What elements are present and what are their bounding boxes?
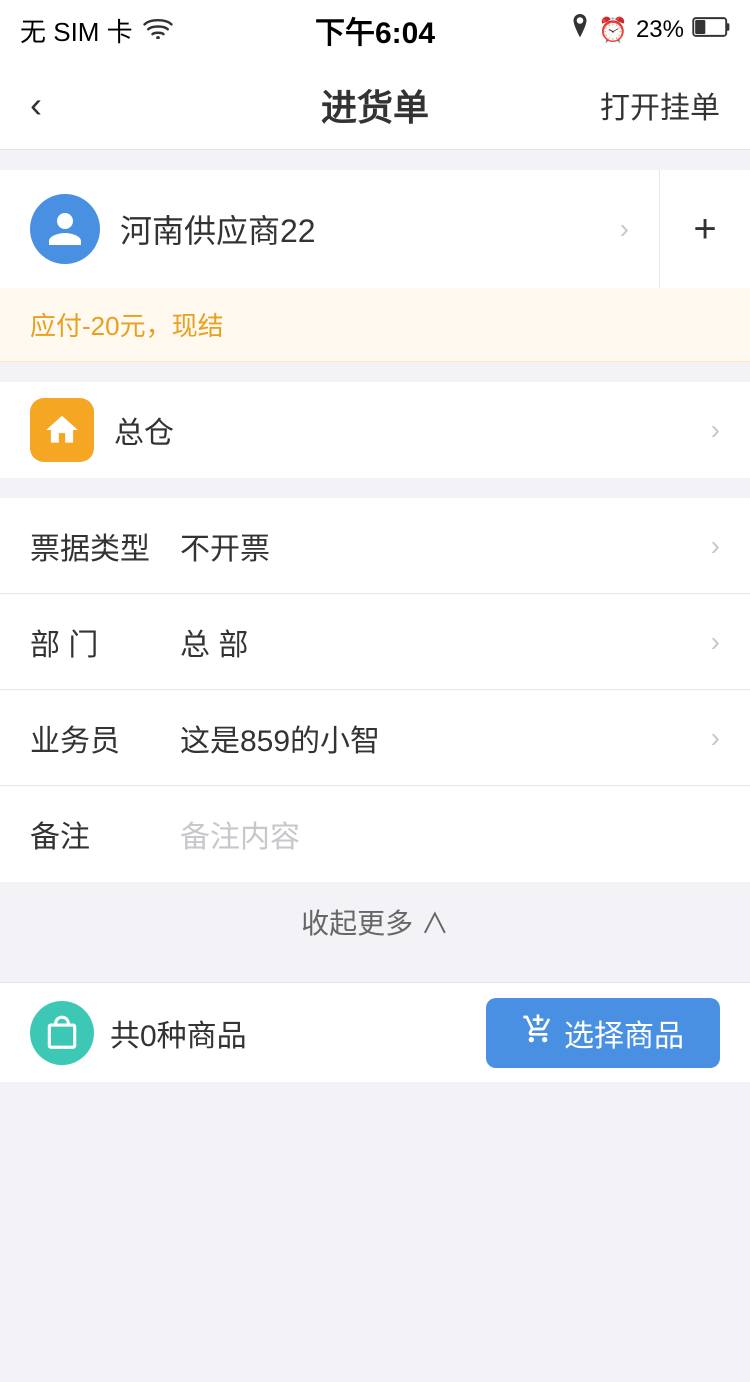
- alarm-icon: ⏰: [598, 16, 628, 45]
- collapse-bar[interactable]: 收起更多 ∧: [0, 882, 750, 962]
- back-button[interactable]: ‹: [30, 84, 42, 126]
- status-left: 无 SIM 卡: [20, 12, 173, 49]
- supplier-name: 河南供应商22: [120, 206, 610, 252]
- warehouse-row[interactable]: 总仓 ›: [0, 382, 750, 478]
- salesperson-label: 业务员: [30, 716, 160, 760]
- supplier-section: 河南供应商22 › +: [0, 170, 750, 288]
- form-section: 票据类型 不开票 › 部 门 总 部 › 业务员 这是859的小智 › 备注 备…: [0, 498, 750, 882]
- status-bar: 无 SIM 卡 下午6:04 ⏰ 23%: [0, 0, 750, 60]
- department-row[interactable]: 部 门 总 部 ›: [0, 594, 750, 690]
- select-product-button[interactable]: 选择商品: [486, 998, 720, 1068]
- carrier-text: 无 SIM 卡: [20, 12, 133, 49]
- product-icon-wrap: [30, 1001, 94, 1065]
- gap-3: [0, 478, 750, 498]
- nav-bar: ‹ 进货单 打开挂单: [0, 60, 750, 150]
- remark-row[interactable]: 备注 备注内容: [0, 786, 750, 882]
- page-background: [0, 1082, 750, 1382]
- invoice-type-label: 票据类型: [30, 524, 160, 568]
- open-pending-button[interactable]: 打开挂单: [600, 83, 720, 127]
- battery-icon: [692, 16, 730, 45]
- warehouse-icon: [30, 398, 94, 462]
- location-icon: [570, 14, 590, 47]
- gap-2: [0, 362, 750, 382]
- supplier-select-row[interactable]: 河南供应商22 ›: [0, 170, 660, 288]
- invoice-type-row[interactable]: 票据类型 不开票 ›: [0, 498, 750, 594]
- department-value: 总 部: [160, 620, 701, 664]
- invoice-type-chevron-icon: ›: [711, 530, 720, 562]
- warning-banner: 应付-20元，现结: [0, 288, 750, 362]
- remark-label: 备注: [30, 812, 160, 856]
- salesperson-value: 这是859的小智: [160, 716, 701, 760]
- warning-text: 应付-20元，现结: [30, 311, 224, 341]
- select-product-label: 选择商品: [564, 1011, 684, 1055]
- warehouse-section: 总仓 ›: [0, 382, 750, 478]
- collapse-label: 收起更多 ∧: [301, 902, 449, 942]
- supplier-chevron-icon: ›: [620, 213, 629, 245]
- page-title: 进货单: [321, 79, 429, 131]
- status-right: ⏰ 23%: [570, 14, 730, 47]
- supplier-avatar: [30, 194, 100, 264]
- gap-4: [0, 962, 750, 982]
- department-chevron-icon: ›: [711, 626, 720, 658]
- product-count-text: 共0种商品: [110, 1011, 247, 1055]
- battery-text: 23%: [636, 16, 684, 44]
- salesperson-chevron-icon: ›: [711, 722, 720, 754]
- gap-1: [0, 150, 750, 170]
- department-label: 部 门: [30, 620, 160, 664]
- salesperson-row[interactable]: 业务员 这是859的小智 ›: [0, 690, 750, 786]
- remark-input[interactable]: 备注内容: [160, 812, 720, 856]
- cart-plus-icon: [522, 1013, 554, 1053]
- bottom-bar: 共0种商品 选择商品: [0, 982, 750, 1082]
- wifi-icon: [143, 15, 173, 46]
- warehouse-chevron-icon: ›: [711, 414, 720, 446]
- add-supplier-button[interactable]: +: [660, 170, 750, 288]
- product-count-area: 共0种商品: [30, 1001, 466, 1065]
- status-time: 下午6:04: [315, 8, 435, 52]
- warehouse-label: 总仓: [114, 408, 701, 452]
- shopping-bag-icon: [43, 1014, 81, 1052]
- invoice-type-value: 不开票: [160, 524, 701, 568]
